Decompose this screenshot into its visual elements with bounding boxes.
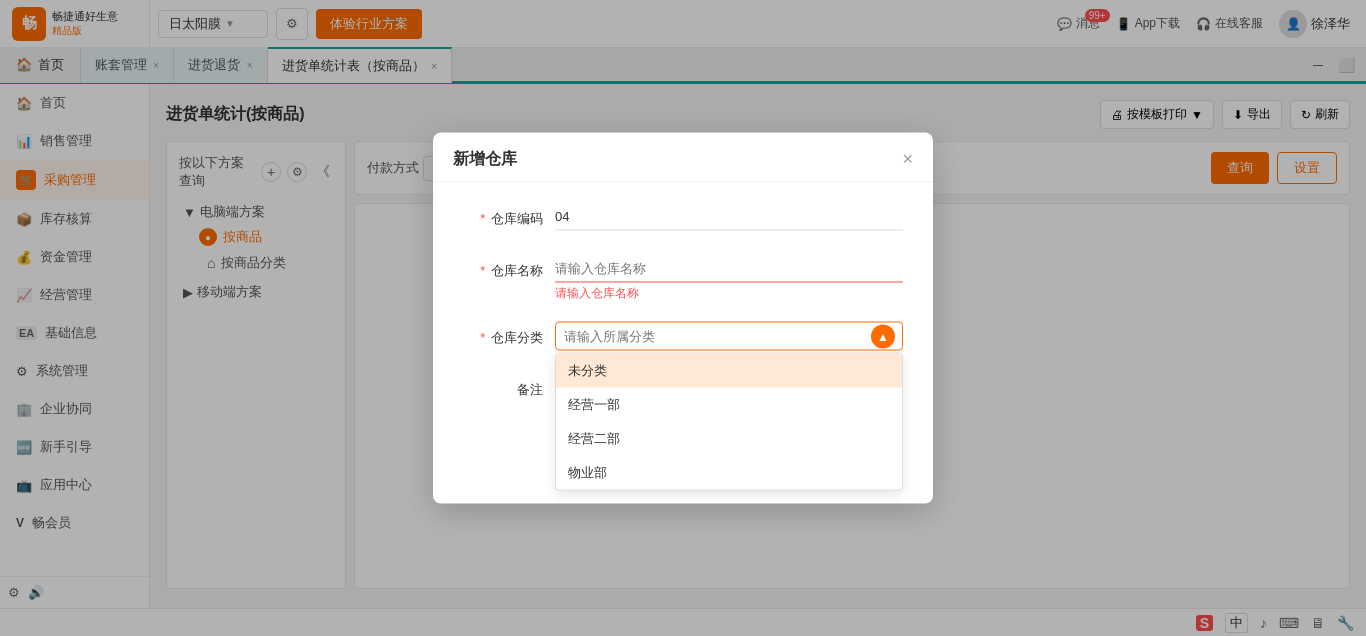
dropdown-arrow-button[interactable]: ▲ <box>871 324 895 348</box>
required-star-cat: * <box>480 330 485 345</box>
category-option-dept1[interactable]: 经营一部 <box>556 388 902 422</box>
modal-header: 新增仓库 × <box>433 133 933 183</box>
name-error-message: 请输入仓库名称 <box>555 285 903 302</box>
modal-close-button[interactable]: × <box>902 149 913 170</box>
required-star-name: * <box>480 263 485 278</box>
warehouse-name-row: * 仓库名称 请输入仓库名称 <box>463 255 903 302</box>
category-label: 仓库分类 <box>491 330 543 345</box>
category-input[interactable] <box>555 322 903 351</box>
warehouse-name-input[interactable] <box>555 255 903 283</box>
note-label: 备注 <box>517 382 543 397</box>
warehouse-code-input[interactable] <box>555 203 903 231</box>
category-dropdown-list: 未分类 经营一部 经营二部 物业部 <box>555 353 903 491</box>
name-label: 仓库名称 <box>491 263 543 278</box>
category-option-unclassified[interactable]: 未分类 <box>556 354 902 388</box>
modal-body: * 仓库编码 * 仓库名称 请输入仓库名称 * 仓库分类 <box>433 183 933 446</box>
required-star-code: * <box>480 211 485 226</box>
warehouse-code-row: * 仓库编码 <box>463 203 903 235</box>
category-option-property[interactable]: 物业部 <box>556 456 902 490</box>
modal-title: 新增仓库 <box>453 149 517 170</box>
category-option-dept2[interactable]: 经营二部 <box>556 422 902 456</box>
code-label: 仓库编码 <box>491 211 543 226</box>
warehouse-category-row: * 仓库分类 ▲ 未分类 经营一部 经营二部 物业部 <box>463 322 903 354</box>
new-warehouse-modal: 新增仓库 × * 仓库编码 * 仓库名称 请输入仓库名称 <box>433 133 933 504</box>
